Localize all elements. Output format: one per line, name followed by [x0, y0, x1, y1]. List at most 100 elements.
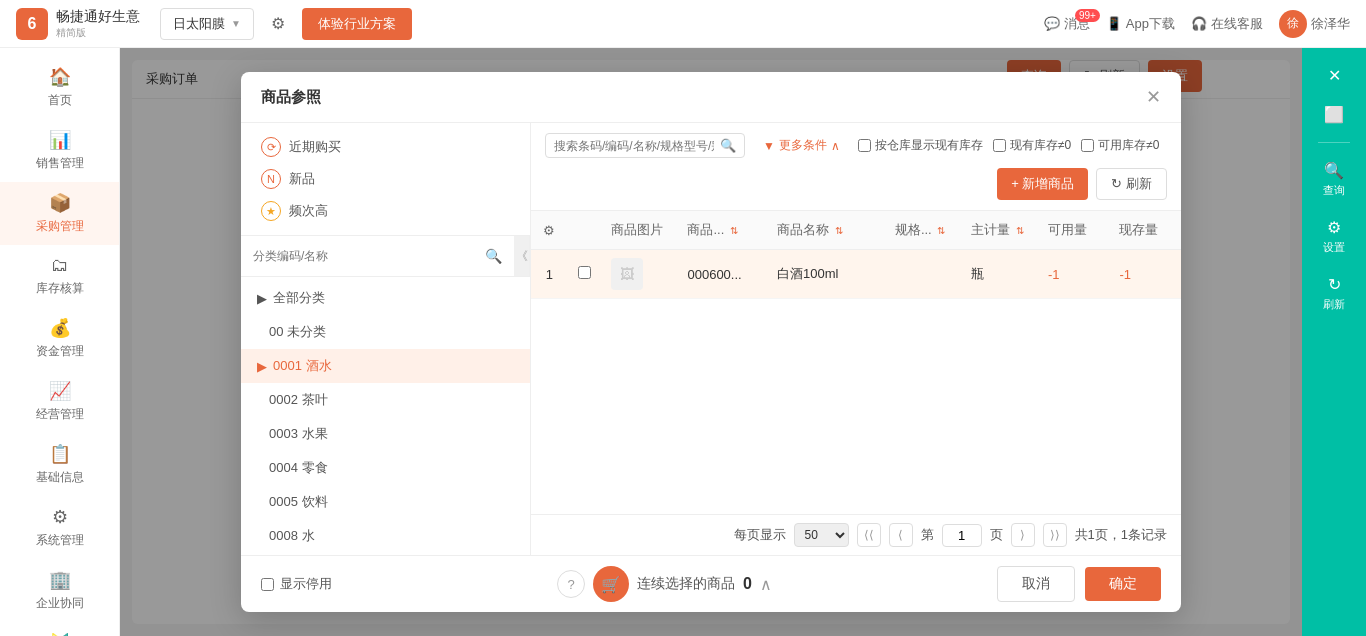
vp-query-btn[interactable]: 🔍 查询	[1317, 155, 1351, 204]
enterprise-icon: 🏢	[49, 569, 71, 591]
modal-title: 商品参照	[261, 88, 321, 107]
pagination-bar: 每页显示 10 20 50 100 ⟨⟨ ⟨ 第 页	[531, 514, 1181, 555]
page-size-select[interactable]: 10 20 50 100	[794, 523, 849, 547]
modal-body: ⟳ 近期购买 N 新品 ★ 频次高	[241, 123, 1181, 555]
sidebar-item-operation[interactable]: 📈 经营管理	[0, 370, 119, 433]
vp-close-btn[interactable]: ✕	[1322, 60, 1347, 91]
sidebar-item-finance[interactable]: 💰 资金管理	[0, 307, 119, 370]
page-first-btn[interactable]: ⟨⟨	[857, 523, 881, 547]
product-search-input[interactable]	[554, 139, 714, 153]
shortcut-new[interactable]: N 新品	[253, 163, 518, 195]
product-thumb: 🖼	[611, 258, 643, 290]
page-prev-btn[interactable]: ⟨	[889, 523, 913, 547]
col-spec[interactable]: 规格... ⇅	[885, 211, 961, 250]
checkbox-stock-ne0-input[interactable]	[993, 139, 1006, 152]
sidebar-item-enterprise[interactable]: 🏢 企业协同	[0, 559, 119, 622]
trial-button[interactable]: 体验行业方案	[302, 8, 412, 40]
shortcut-recent[interactable]: ⟳ 近期购买	[253, 131, 518, 163]
cat-item-0003[interactable]: 0003 水果	[241, 417, 530, 451]
col-unit[interactable]: 主计量 ⇅	[961, 211, 1038, 250]
cat-item-0008[interactable]: 0008 水	[241, 519, 530, 553]
image-placeholder-icon: 🖼	[620, 266, 634, 282]
checkbox-warehouse-input[interactable]	[858, 139, 871, 152]
help-btn[interactable]: ?	[557, 570, 585, 598]
cat-item-0004[interactable]: 0004 零食	[241, 451, 530, 485]
cancel-btn[interactable]: 取消	[997, 566, 1075, 602]
vp-refresh-btn[interactable]: ↻ 刷新	[1317, 269, 1351, 318]
store-selector[interactable]: 日太阳膜 ▼	[160, 8, 254, 40]
filter-more-btn[interactable]: ▼ 更多条件 ∧	[755, 133, 848, 158]
user-area[interactable]: 徐 徐泽华	[1279, 10, 1350, 38]
col-stock: 现存量	[1109, 211, 1181, 250]
show-disabled-label[interactable]: 显示停用	[261, 575, 332, 593]
col-code[interactable]: 商品... ⇅	[677, 211, 767, 250]
sidebar-item-basic-info[interactable]: 📋 基础信息	[0, 433, 119, 496]
col-image: 商品图片	[601, 211, 678, 250]
cat-0005-label: 0005 饮料	[269, 493, 328, 511]
app-download-btn[interactable]: 📱 App下载	[1106, 15, 1175, 33]
confirm-btn[interactable]: 确定	[1085, 567, 1161, 601]
product-toolbar: 🔍 ▼ 更多条件 ∧ 按仓库显示现有库存	[531, 123, 1181, 211]
collapse-panel-btn[interactable]: 《	[514, 236, 530, 276]
avatar: 徐	[1279, 10, 1307, 38]
online-service-btn[interactable]: 🎧 在线客服	[1191, 15, 1263, 33]
add-product-btn[interactable]: + 新增商品	[997, 168, 1088, 200]
shortcut-frequent[interactable]: ★ 频次高	[253, 195, 518, 227]
page-next-btn[interactable]: ⟩	[1011, 523, 1035, 547]
show-disabled-checkbox[interactable]	[261, 578, 274, 591]
checkbox-stock-ne0[interactable]: 现有库存≠0	[993, 137, 1071, 154]
star-icon: ★	[261, 201, 281, 221]
select-label: 连续选择的商品	[637, 575, 735, 593]
sidebar-item-sales[interactable]: 📊 销售管理	[0, 119, 119, 182]
cat-item-0002[interactable]: 0002 茶叶	[241, 383, 530, 417]
sidebar-item-system[interactable]: ⚙ 系统管理	[0, 496, 119, 559]
row-checkbox-cell[interactable]	[568, 250, 601, 299]
refresh-btn[interactable]: ↻ 刷新	[1096, 168, 1167, 200]
product-search-icon[interactable]: 🔍	[720, 138, 736, 153]
col-name[interactable]: 商品名称 ⇅	[767, 211, 885, 250]
cat-item-all[interactable]: ▶ 全部分类	[241, 281, 530, 315]
sidebar-item-label-home: 首页	[48, 92, 72, 109]
cat-item-0005[interactable]: 0005 饮料	[241, 485, 530, 519]
logo-area: 6 畅捷通好生意 精简版	[16, 7, 140, 39]
col-checkbox[interactable]	[568, 211, 601, 250]
shortcut-frequent-label: 频次高	[289, 202, 328, 220]
system-icon: ⚙	[52, 506, 68, 528]
sidebar-item-guide[interactable]: 🔰 新手引导	[0, 622, 119, 636]
vp-settings-btn[interactable]: ⚙ 设置	[1317, 212, 1351, 261]
collapse-up-btn[interactable]: ∧	[760, 575, 772, 594]
sidebar-item-inventory[interactable]: 🗂 库存核算	[0, 245, 119, 307]
help-icon: ?	[567, 577, 574, 592]
sidebar-item-label-finance: 资金管理	[36, 343, 84, 360]
modal-header: 商品参照 ✕	[241, 72, 1181, 123]
logo-sub: 精简版	[56, 26, 140, 40]
checkbox-warehouse[interactable]: 按仓库显示现有库存	[858, 137, 983, 154]
sidebar-item-label-system: 系统管理	[36, 532, 84, 549]
sidebar-item-purchase[interactable]: 📦 采购管理	[0, 182, 119, 245]
sort-unit-icon: ⇅	[1016, 225, 1024, 236]
cart-btn[interactable]: 🛒	[593, 566, 629, 602]
table-row[interactable]: 1 🖼	[531, 250, 1181, 299]
checkbox-available-ne0-input[interactable]	[1081, 139, 1094, 152]
cat-item-00[interactable]: 00 未分类	[241, 315, 530, 349]
page-number-input[interactable]	[942, 524, 982, 547]
vp-refresh-icon: ↻	[1328, 275, 1341, 294]
product-table-container: ⚙ 商品图片 商品... ⇅	[531, 211, 1181, 514]
checkbox-available-ne0[interactable]: 可用库存≠0	[1081, 137, 1159, 154]
cat-search-input[interactable]	[253, 249, 479, 263]
logo-title: 畅捷通好生意	[56, 7, 140, 25]
modal-close-btn[interactable]: ✕	[1146, 86, 1161, 108]
row-checkbox[interactable]	[578, 266, 591, 279]
sidebar: 🏠 首页 📊 销售管理 📦 采购管理 🗂 库存核算 💰 资金管理 📈 经营管理 …	[0, 48, 120, 636]
col-settings[interactable]: ⚙	[531, 211, 568, 250]
sidebar-item-label-sales: 销售管理	[36, 155, 84, 172]
messages-btn[interactable]: 💬 消息 99+	[1044, 15, 1090, 33]
cat-item-0001[interactable]: ▶ 0001 酒水	[241, 349, 530, 383]
sidebar-item-label-purchase: 采购管理	[36, 218, 84, 235]
sidebar-item-home[interactable]: 🏠 首页	[0, 56, 119, 119]
page-last-btn[interactable]: ⟩⟩	[1043, 523, 1067, 547]
vp-expand-btn[interactable]: ⬜	[1318, 99, 1350, 130]
settings-btn[interactable]: ⚙	[262, 8, 294, 40]
sidebar-item-label-operation: 经营管理	[36, 406, 84, 423]
cat-search-icon[interactable]: 🔍	[485, 248, 502, 264]
